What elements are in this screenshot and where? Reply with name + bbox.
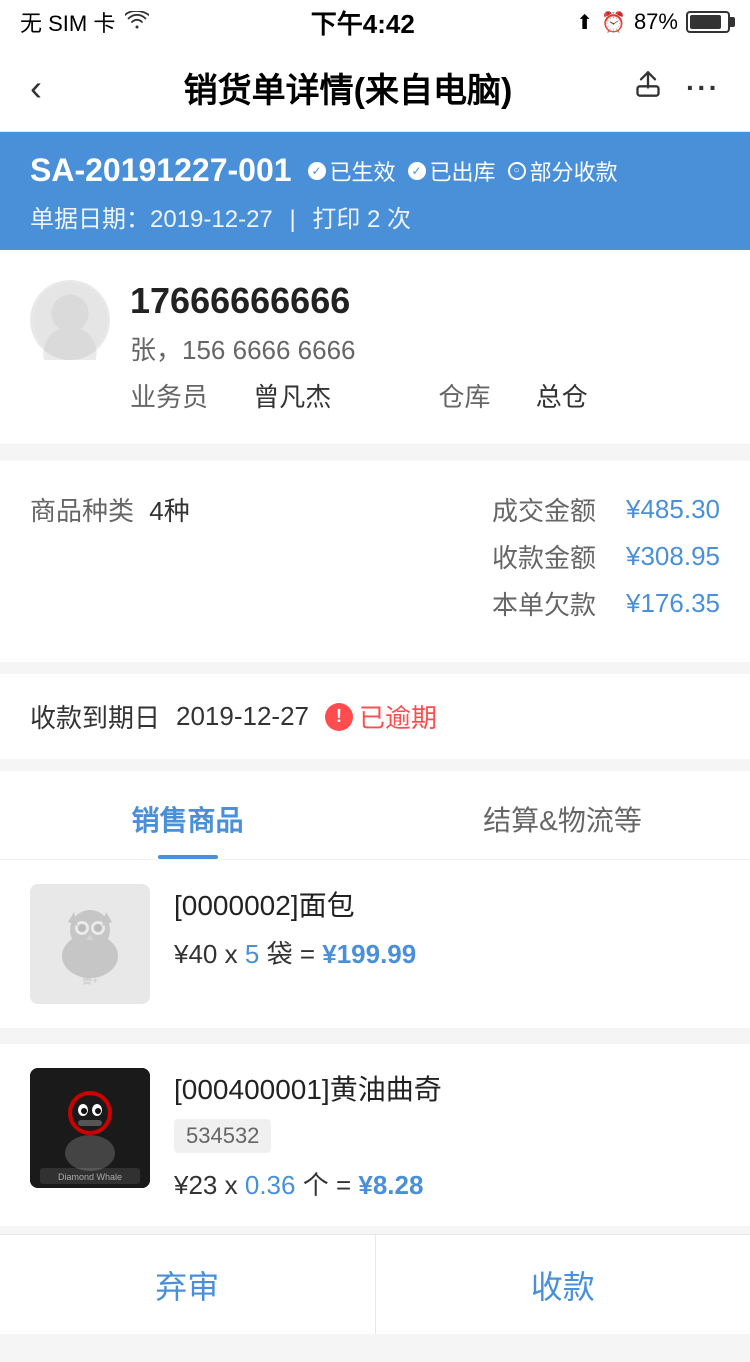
overdue-text: 已逾期	[359, 698, 437, 735]
product-item: 兽+ [0000002]面包 ¥40 x 5 袋 = ¥199.99	[0, 860, 750, 1028]
product-price-1: ¥40 x 5 袋 = ¥199.99	[174, 934, 720, 971]
badge-activated: ✓ 已生效	[308, 155, 396, 187]
check-icon: ✓	[308, 162, 326, 180]
customer-section: 17666666666 张，156 6666 6666 业务员 曾凡杰 仓库 总…	[0, 250, 750, 445]
bottom-bar: 弃审 收款	[0, 1234, 750, 1334]
status-badges: ✓ 已生效 ✓ 已出库 ○ 部分收款	[308, 155, 618, 187]
warehouse-label: 仓库	[439, 382, 491, 412]
order-date-info: 单据日期：2019-12-27 | 打印 2 次	[30, 199, 720, 234]
receive-amount-row: 收款金额 ¥308.95	[492, 538, 720, 575]
share-button[interactable]	[634, 69, 662, 106]
tabs-section: 销售商品 结算&物流等	[0, 771, 750, 860]
order-id: SA-20191227-001	[30, 152, 292, 189]
due-label: 收款到期日	[30, 698, 160, 735]
location-icon: ⬆	[576, 10, 593, 35]
product-price-2: ¥23 x 0.36 个 = ¥8.28	[174, 1165, 720, 1202]
svg-text:Diamond Whale: Diamond Whale	[58, 1172, 122, 1182]
status-right: ⬆ ⏰ 87%	[576, 9, 730, 35]
product-info-2: [000400001]黄油曲奇 534532 ¥23 x 0.36 个 = ¥8…	[174, 1068, 720, 1202]
more-button[interactable]: ···	[686, 72, 720, 104]
clock-icon: ○	[508, 162, 526, 180]
product-name-2: [000400001]黄油曲奇	[174, 1068, 720, 1108]
stats-section: 商品种类 4种 成交金额 ¥485.30 收款金额 ¥308.95 本单欠款 ¥…	[0, 461, 750, 674]
sales-label: 业务员	[130, 382, 208, 412]
nav-actions: ···	[634, 69, 720, 106]
overdue-icon: !	[325, 703, 353, 731]
receive-amount-label: 收款金额	[492, 538, 596, 575]
product-info-1: [0000002]面包 ¥40 x 5 袋 = ¥199.99	[174, 884, 720, 971]
deal-amount-value: ¥485.30	[626, 494, 720, 525]
customer-meta: 业务员 曾凡杰 仓库 总仓	[130, 377, 648, 414]
category-count: 4种	[149, 496, 189, 526]
product-item-2: Diamond Whale [000400001]黄油曲奇 534532 ¥23…	[0, 1044, 750, 1226]
product-name-1: [0000002]面包	[174, 884, 720, 924]
wifi-icon	[125, 9, 149, 35]
svg-text:兽+: 兽+	[82, 974, 98, 987]
alarm-icon: ⏰	[601, 10, 626, 35]
customer-name: 张，156 6666 6666	[130, 330, 648, 367]
product-thumbnail-1: 兽+	[30, 884, 150, 1004]
deal-amount-row: 成交金额 ¥485.30	[492, 491, 720, 528]
debt-label: 本单欠款	[492, 585, 596, 622]
debt-amount-row: 本单欠款 ¥176.35	[492, 585, 720, 622]
order-header: SA-20191227-001 ✓ 已生效 ✓ 已出库 ○ 部分收款 单据日期：…	[0, 132, 750, 250]
back-button[interactable]: ‹	[30, 70, 42, 106]
deal-amount-label: 成交金额	[492, 491, 596, 528]
warehouse-name: 总仓	[536, 382, 588, 412]
customer-id: 17666666666	[130, 280, 648, 322]
check-icon-2: ✓	[408, 162, 426, 180]
overdue-badge: ! 已逾期	[325, 698, 437, 735]
battery-percent: 87%	[634, 9, 678, 35]
badge-shipped: ✓ 已出库	[408, 155, 496, 187]
due-date: 2019-12-27	[176, 701, 309, 732]
stats-right: 成交金额 ¥485.30 收款金额 ¥308.95 本单欠款 ¥176.35	[492, 491, 720, 632]
cancel-review-button[interactable]: 弃审	[0, 1235, 376, 1334]
products-section: 兽+ [0000002]面包 ¥40 x 5 袋 = ¥199.99	[0, 860, 750, 1226]
status-bar: 无 SIM 卡 下午4:42 ⬆ ⏰ 87%	[0, 0, 750, 44]
page-title: 销货单详情(来自电脑)	[62, 63, 634, 112]
sales-name: 曾凡杰	[253, 382, 331, 412]
status-left: 无 SIM 卡	[20, 6, 149, 38]
stats-left: 商品种类 4种	[30, 491, 190, 534]
customer-info: 17666666666 张，156 6666 6666 业务员 曾凡杰 仓库 总…	[130, 280, 648, 414]
receive-amount-value: ¥308.95	[626, 541, 720, 572]
product-batch: 534532	[174, 1119, 271, 1153]
status-time: 下午4:42	[311, 4, 415, 41]
debt-amount-value: ¥176.35	[626, 588, 720, 619]
tab-settlement[interactable]: 结算&物流等	[375, 771, 750, 859]
customer-avatar	[30, 280, 110, 360]
battery-icon	[686, 11, 730, 33]
due-section: 收款到期日 2019-12-27 ! 已逾期	[0, 674, 750, 771]
category-label: 商品种类	[30, 496, 134, 526]
product-thumbnail-2: Diamond Whale	[30, 1068, 150, 1188]
collect-payment-button[interactable]: 收款	[376, 1235, 750, 1334]
badge-partial-payment: ○ 部分收款	[508, 155, 618, 187]
sim-label: 无 SIM 卡	[20, 6, 115, 38]
nav-bar: ‹ 销货单详情(来自电脑) ···	[0, 44, 750, 132]
tab-sales-products[interactable]: 销售商品	[0, 771, 375, 859]
